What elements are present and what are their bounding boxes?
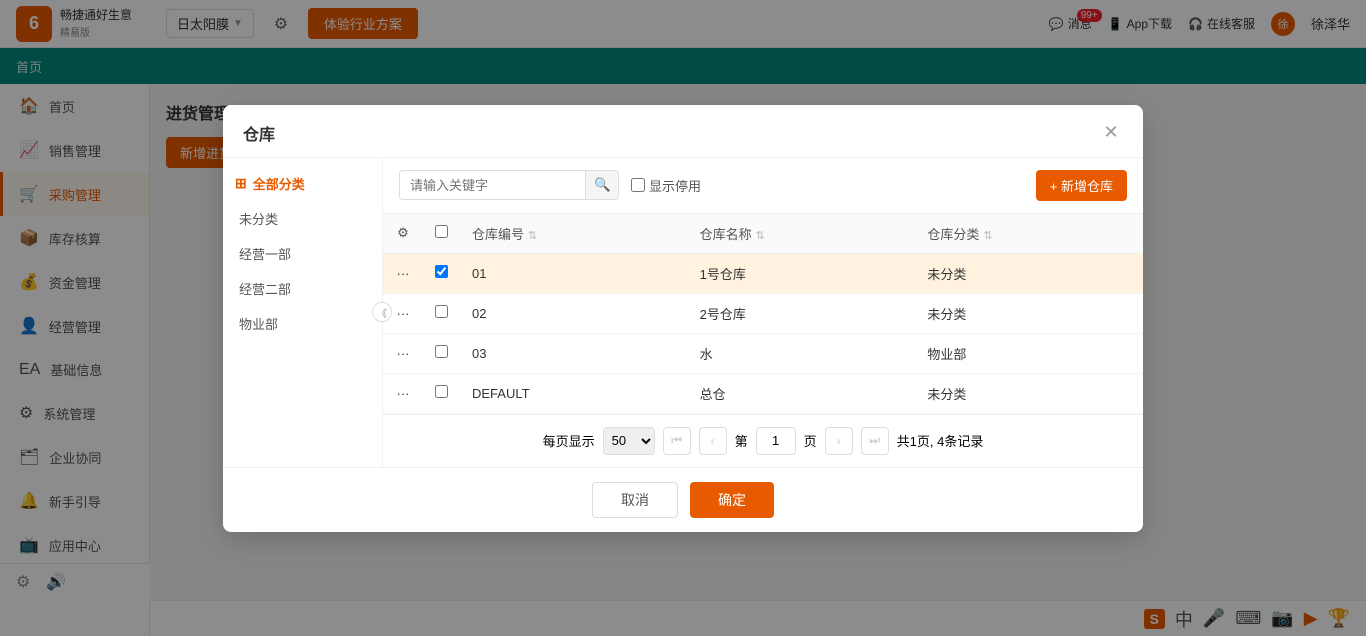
- search-bar: 🔍 显示停用 + 新增仓库: [383, 158, 1143, 214]
- row-code-3: DEFAULT: [460, 373, 688, 413]
- row-cb-2[interactable]: [423, 333, 460, 373]
- page-prev-btn[interactable]: ‹: [699, 427, 727, 455]
- th-category: 仓库分类⇅: [915, 214, 1143, 254]
- grid-icon: ⊞: [235, 175, 247, 192]
- table-row[interactable]: ··· DEFAULT 总仓 未分类: [383, 373, 1143, 413]
- row-actions-3[interactable]: ···: [383, 373, 423, 413]
- show-disabled-checkbox[interactable]: [631, 178, 645, 192]
- search-input[interactable]: [400, 172, 585, 199]
- page-text: 第: [735, 431, 748, 450]
- row-code-1: 02: [460, 293, 688, 333]
- page-first-btn[interactable]: ⏮: [663, 427, 691, 455]
- category-unclassified[interactable]: 未分类: [223, 201, 382, 236]
- category-ops2[interactable]: 经营二部: [223, 271, 382, 306]
- row-category-2: 物业部: [915, 333, 1143, 373]
- row-name-0: 1号仓库: [688, 253, 916, 293]
- category-all[interactable]: ⊞ 全部分类: [223, 166, 382, 201]
- row-code-0: 01: [460, 253, 688, 293]
- show-disabled-text: 显示停用: [649, 176, 701, 195]
- per-page-label: 每页显示: [543, 431, 595, 450]
- select-all-checkbox[interactable]: [435, 225, 448, 238]
- th-checkbox: [423, 214, 460, 254]
- confirm-btn[interactable]: 确定: [690, 482, 774, 518]
- warehouse-modal: 仓库 ✕ ⊞ 全部分类 未分类 经营一部 经营二部 物业部 《: [223, 105, 1143, 532]
- row-code-2: 03: [460, 333, 688, 373]
- page-input[interactable]: [756, 427, 796, 455]
- row-cb-1[interactable]: [423, 293, 460, 333]
- row-cb-3[interactable]: [423, 373, 460, 413]
- row-checkbox-2[interactable]: [435, 345, 448, 358]
- warehouse-table: ⚙ 仓库编号⇅ 仓库名称⇅ 仓库分类⇅ ··· 01 1号仓库 未分类 ···: [383, 214, 1143, 414]
- row-category-0: 未分类: [915, 253, 1143, 293]
- collapse-btn[interactable]: 《: [372, 302, 392, 322]
- row-category-1: 未分类: [915, 293, 1143, 333]
- row-checkbox-3[interactable]: [435, 385, 448, 398]
- page-suffix: 页: [804, 431, 817, 450]
- table-row[interactable]: ··· 02 2号仓库 未分类: [383, 293, 1143, 333]
- modal-title: 仓库: [243, 121, 275, 145]
- modal-overlay: 仓库 ✕ ⊞ 全部分类 未分类 经营一部 经营二部 物业部 《: [0, 0, 1366, 636]
- row-name-3: 总仓: [688, 373, 916, 413]
- page-next-btn[interactable]: ›: [825, 427, 853, 455]
- per-page-select[interactable]: 50 100 200: [603, 427, 655, 455]
- show-disabled-label[interactable]: 显示停用: [631, 176, 701, 195]
- content-panel: 🔍 显示停用 + 新增仓库 ⚙: [383, 158, 1143, 467]
- table: ⚙ 仓库编号⇅ 仓库名称⇅ 仓库分类⇅ ··· 01 1号仓库 未分类 ···: [383, 214, 1143, 414]
- total-info: 共1页, 4条记录: [897, 431, 984, 450]
- category-all-label: 全部分类: [253, 174, 305, 193]
- th-code: 仓库编号⇅: [460, 214, 688, 254]
- modal-footer: 取消 确定: [223, 467, 1143, 532]
- category-property[interactable]: 物业部: [223, 306, 382, 341]
- row-checkbox-0[interactable]: [435, 265, 448, 278]
- category-panel: ⊞ 全部分类 未分类 经营一部 经营二部 物业部 《: [223, 158, 383, 467]
- table-header-row: ⚙ 仓库编号⇅ 仓库名称⇅ 仓库分类⇅: [383, 214, 1143, 254]
- row-actions-0[interactable]: ···: [383, 253, 423, 293]
- row-cb-0[interactable]: [423, 253, 460, 293]
- th-gear: ⚙: [383, 214, 423, 254]
- row-name-1: 2号仓库: [688, 293, 916, 333]
- modal-body: ⊞ 全部分类 未分类 经营一部 经营二部 物业部 《 🔍: [223, 158, 1143, 467]
- modal-header: 仓库 ✕: [223, 105, 1143, 158]
- page-last-btn[interactable]: ⏭: [861, 427, 889, 455]
- search-input-wrap: 🔍: [399, 170, 619, 200]
- row-actions-2[interactable]: ···: [383, 333, 423, 373]
- row-checkbox-1[interactable]: [435, 305, 448, 318]
- search-btn[interactable]: 🔍: [585, 171, 619, 199]
- row-category-3: 未分类: [915, 373, 1143, 413]
- cancel-btn[interactable]: 取消: [592, 482, 678, 518]
- row-name-2: 水: [688, 333, 916, 373]
- pagination: 每页显示 50 100 200 ⏮ ‹ 第 页 › ⏭ 共1页, 4条记录: [383, 414, 1143, 467]
- modal-close-btn[interactable]: ✕: [1099, 121, 1123, 145]
- table-row[interactable]: ··· 03 水 物业部: [383, 333, 1143, 373]
- new-warehouse-btn[interactable]: + 新增仓库: [1036, 170, 1127, 201]
- th-name: 仓库名称⇅: [688, 214, 916, 254]
- table-row[interactable]: ··· 01 1号仓库 未分类: [383, 253, 1143, 293]
- category-ops1[interactable]: 经营一部: [223, 236, 382, 271]
